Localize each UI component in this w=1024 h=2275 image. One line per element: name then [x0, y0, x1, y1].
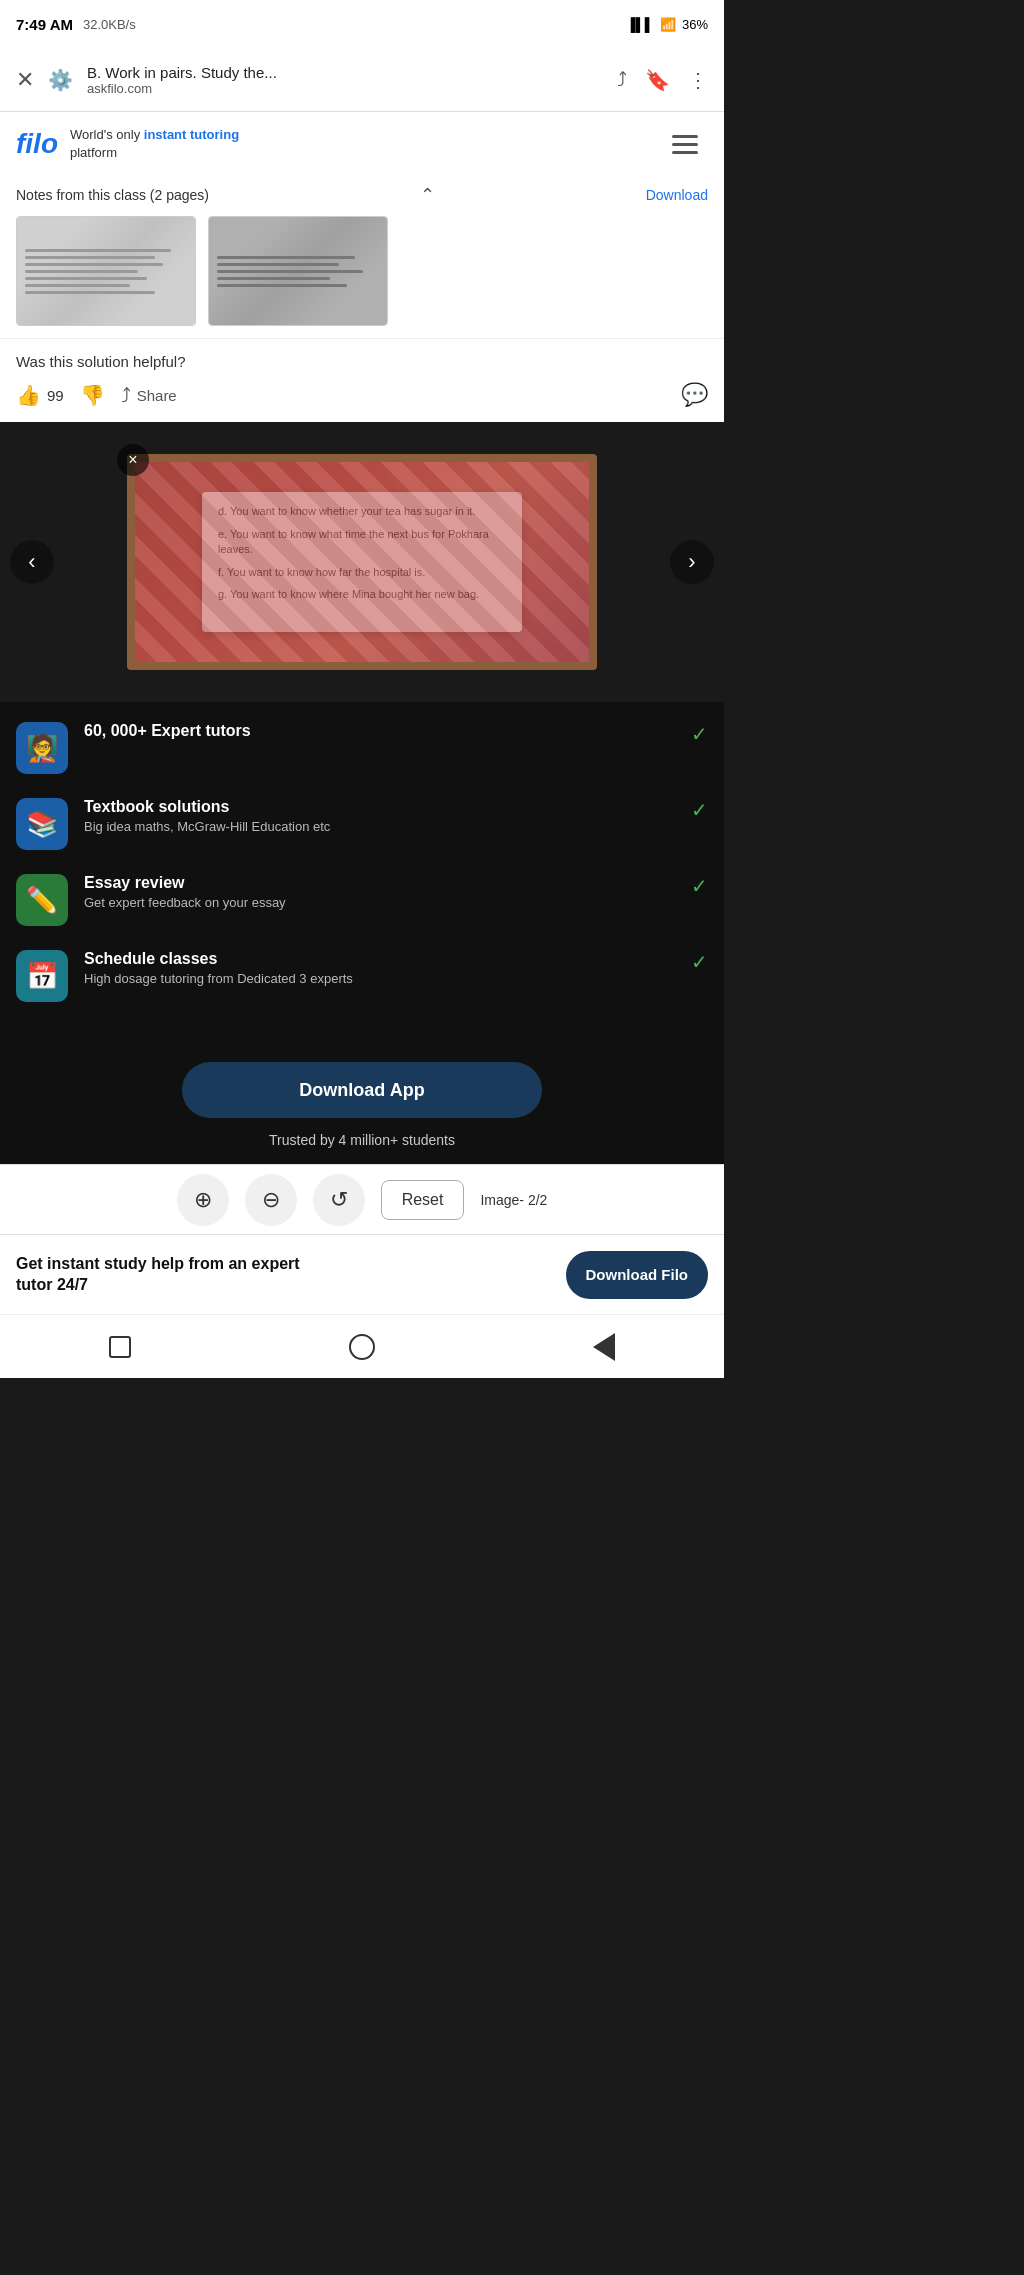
feature-text-tutors: 60, 000+ Expert tutors — [84, 722, 675, 743]
like-button[interactable]: 👍 99 — [16, 383, 64, 407]
next-arrow-button[interactable]: › — [670, 540, 714, 584]
feature-item-essay: ✏️ Essay review Get expert feedback on y… — [16, 874, 708, 926]
study-help-text: Get instant study help from an expert tu… — [16, 1254, 316, 1296]
filo-tagline: World's only instant tutoring platform — [70, 126, 239, 162]
browser-toolbar: ✕ ⚙️ B. Work in pairs. Study the... askf… — [0, 48, 724, 112]
notes-section: Notes from this class (2 pages) ⌃ Downlo… — [0, 176, 724, 338]
notes-download-button[interactable]: Download — [646, 187, 708, 203]
notes-images — [16, 216, 708, 326]
feature-title-tutors: 60, 000+ Expert tutors — [84, 722, 675, 740]
feature-check-textbook: ✓ — [691, 798, 708, 822]
feature-item-textbook: 📚 Textbook solutions Big idea maths, McG… — [16, 798, 708, 850]
webpage-content: filo World's only instant tutoring platf… — [0, 112, 724, 1378]
download-app-section: Download App Trusted by 4 million+ stude… — [0, 1046, 724, 1164]
download-filo-label: Download Filo — [586, 1266, 689, 1283]
feature-desc-textbook: Big idea maths, McGraw-Hill Education et… — [84, 819, 675, 834]
download-filo-button[interactable]: Download Filo — [566, 1251, 709, 1299]
comment-icon[interactable]: 💬 — [681, 382, 708, 408]
like-count: 99 — [47, 387, 64, 404]
nav-back-button[interactable] — [593, 1333, 615, 1361]
share-button[interactable]: ⤴ — [613, 64, 631, 95]
browser-settings-button[interactable]: ⚙️ — [48, 68, 73, 92]
zoom-toolbar: ⊕ ⊖ ↺ Reset Image- 2/2 — [0, 1164, 724, 1234]
feature-text-essay: Essay review Get expert feedback on your… — [84, 874, 675, 910]
share-button[interactable]: ⤴ Share — [121, 384, 177, 407]
feature-icon-schedule: 📅 — [16, 950, 68, 1002]
feature-icon-tutors: 🧑‍🏫 — [16, 722, 68, 774]
page-title: B. Work in pairs. Study the... — [87, 64, 599, 81]
feature-check-schedule: ✓ — [691, 950, 708, 974]
popup-image-frame: You want to know whether your tea has su… — [127, 454, 597, 670]
solution-helpful-text: Was this solution helpful? — [16, 353, 708, 370]
feature-text-textbook: Textbook solutions Big idea maths, McGra… — [84, 798, 675, 834]
note-thumb-2[interactable] — [208, 216, 388, 326]
bookmark-button[interactable]: 🔖 — [641, 64, 674, 96]
download-app-label: Download App — [299, 1080, 424, 1101]
reset-button[interactable]: Reset — [381, 1180, 465, 1220]
status-icons: ▐▌▌ 📶 36% — [626, 17, 708, 32]
feature-title-essay: Essay review — [84, 874, 675, 892]
like-icon: 👍 — [16, 383, 41, 407]
share-icon: ⤴ — [121, 384, 131, 407]
solution-helpful-section: Was this solution helpful? 👍 99 👎 ⤴ Shar… — [0, 338, 724, 422]
status-speed: 32.0KB/s — [83, 17, 136, 32]
popup-container: × You want to know whether your tea has … — [127, 454, 597, 670]
refresh-icon: ↺ — [330, 1187, 348, 1213]
download-app-button[interactable]: Download App — [182, 1062, 542, 1118]
feature-check-tutors: ✓ — [691, 722, 708, 746]
prev-arrow-button[interactable]: ‹ — [10, 540, 54, 584]
zoom-out-button[interactable]: ⊖ — [245, 1174, 297, 1226]
status-time: 7:49 AM — [16, 16, 73, 33]
feature-title-schedule: Schedule classes — [84, 950, 675, 968]
dislike-button[interactable]: 👎 — [80, 383, 105, 407]
dark-content-section: ‹ › × You want to know whether your tea … — [0, 422, 724, 1164]
feature-icon-textbook: 📚 — [16, 798, 68, 850]
filo-header: filo World's only instant tutoring platf… — [0, 112, 724, 176]
zoom-in-icon: ⊕ — [194, 1187, 212, 1213]
wifi-icon: 📶 — [660, 17, 676, 32]
features-section: 🧑‍🏫 60, 000+ Expert tutors ✓ 📚 Textbook … — [0, 702, 724, 1046]
refresh-button[interactable]: ↺ — [313, 1174, 365, 1226]
filo-menu-button[interactable] — [672, 126, 708, 162]
note-thumb-1[interactable] — [16, 216, 196, 326]
filo-logo-area: filo World's only instant tutoring platf… — [16, 126, 239, 162]
filo-logo: filo — [16, 128, 58, 160]
feature-item-tutors: 🧑‍🏫 60, 000+ Expert tutors ✓ — [16, 722, 708, 774]
battery-icon: 36% — [682, 17, 708, 32]
notes-header: Notes from this class (2 pages) ⌃ Downlo… — [16, 184, 708, 206]
feature-title-textbook: Textbook solutions — [84, 798, 675, 816]
popup-image-bg: You want to know whether your tea has su… — [135, 462, 589, 662]
nav-square-button[interactable] — [109, 1336, 131, 1358]
feature-icon-essay: ✏️ — [16, 874, 68, 926]
notes-collapse-button[interactable]: ⌃ — [420, 184, 435, 206]
popup-overlay: × You want to know whether your tea has … — [0, 422, 724, 702]
url-box[interactable]: B. Work in pairs. Study the... askfilo.c… — [87, 64, 599, 96]
menu-button[interactable]: ⋮ — [684, 64, 712, 96]
share-label: Share — [137, 387, 177, 404]
feature-text-schedule: Schedule classes High dosage tutoring fr… — [84, 950, 675, 986]
page-url: askfilo.com — [87, 81, 599, 96]
signal-icon: ▐▌▌ — [626, 17, 654, 32]
status-bar: 7:49 AM 32.0KB/s ▐▌▌ 📶 36% — [0, 0, 724, 48]
zoom-out-icon: ⊖ — [262, 1187, 280, 1213]
feature-desc-essay: Get expert feedback on your essay — [84, 895, 675, 910]
illustration-area: ‹ › × You want to know whether your tea … — [0, 422, 724, 702]
zoom-in-button[interactable]: ⊕ — [177, 1174, 229, 1226]
image-counter: Image- 2/2 — [480, 1192, 547, 1208]
nav-home-button[interactable] — [349, 1334, 375, 1360]
android-nav-bar — [0, 1314, 724, 1378]
bottom-action-bar: Get instant study help from an expert tu… — [0, 1234, 724, 1314]
solution-actions: 👍 99 👎 ⤴ Share 💬 — [16, 382, 708, 408]
feature-item-schedule: 📅 Schedule classes High dosage tutoring … — [16, 950, 708, 1002]
browser-close-button[interactable]: ✕ — [12, 63, 38, 97]
feature-desc-schedule: High dosage tutoring from Dedicated 3 ex… — [84, 971, 675, 986]
notes-title: Notes from this class (2 pages) — [16, 187, 209, 203]
dislike-icon: 👎 — [80, 383, 105, 407]
feature-check-essay: ✓ — [691, 874, 708, 898]
trusted-text: Trusted by 4 million+ students — [269, 1132, 455, 1148]
reset-label: Reset — [402, 1191, 444, 1209]
